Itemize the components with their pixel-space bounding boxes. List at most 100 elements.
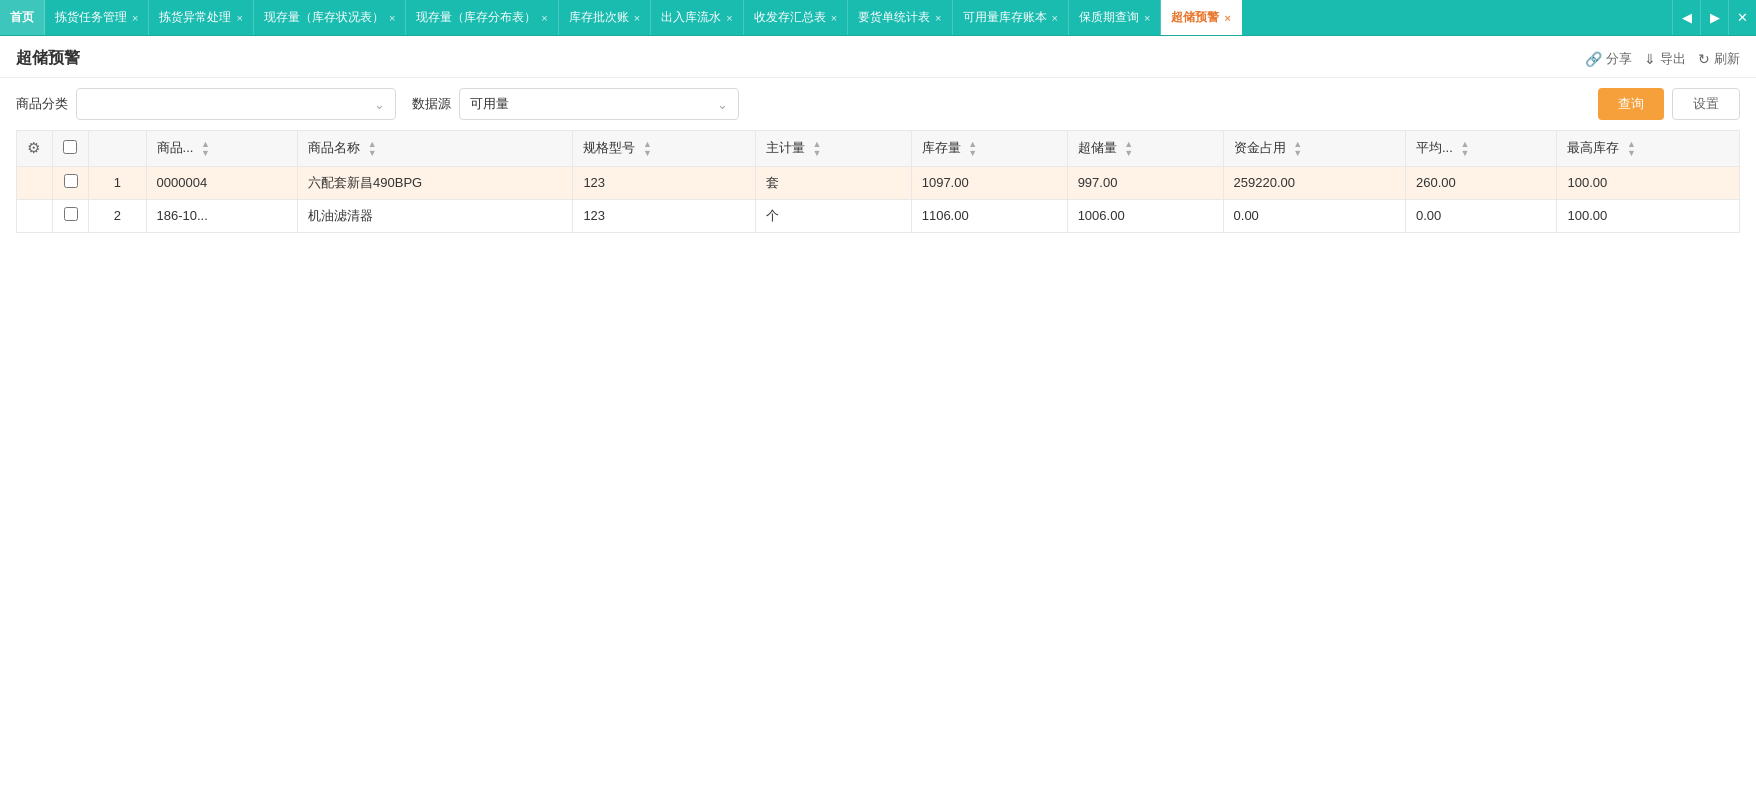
tab-close-icon[interactable]: × [726,12,732,24]
cell-over: 997.00 [1067,166,1223,199]
filter-datasource-group: 数据源 可用量 ⌄ [412,88,739,120]
cell-avg: 260.00 [1405,166,1557,199]
tab-label: 现存量（库存分布表） [416,9,536,26]
row-checkbox-1[interactable] [64,207,78,221]
category-select[interactable]: ⌄ [76,88,396,120]
sort-maxstock-icon: ▲▼ [1627,140,1636,158]
data-table: ⚙ 商品... ▲▼ 商品名称 ▲▼ 规格型号 [16,130,1740,233]
cell-checkbox[interactable] [53,199,89,232]
share-icon: 🔗 [1585,51,1602,67]
sort-unit-icon: ▲▼ [812,140,821,158]
cell-capital: 0.00 [1223,199,1405,232]
tab-close-icon[interactable]: × [1144,12,1150,24]
datasource-select[interactable]: 可用量 ⌄ [459,88,739,120]
cell-spec: 123 [573,199,755,232]
sort-spec-icon: ▲▼ [643,140,652,158]
sort-name-icon: ▲▼ [368,140,377,158]
sort-capital-icon: ▲▼ [1293,140,1302,158]
th-name[interactable]: 商品名称 ▲▼ [298,131,573,167]
cell-stock: 1106.00 [911,199,1067,232]
table-body: 1 0000004 六配套新昌490BPG 123 套 1097.00 997.… [17,166,1740,232]
tab-close-icon[interactable]: × [1224,12,1230,24]
tab-close-icon[interactable]: × [1052,12,1058,24]
nav-tab-tab-11[interactable]: 超储预警× [1161,0,1241,35]
cell-name: 六配套新昌490BPG [298,166,573,199]
tab-close-icon[interactable]: × [935,12,941,24]
table-row: 1 0000004 六配套新昌490BPG 123 套 1097.00 997.… [17,166,1740,199]
select-all-checkbox[interactable] [63,140,77,154]
tab-label: 库存批次账 [569,9,629,26]
tab-label: 可用量库存账本 [963,9,1047,26]
table-header-row: ⚙ 商品... ▲▼ 商品名称 ▲▼ 规格型号 [17,131,1740,167]
nav-bar: 首页 拣货任务管理×拣货异常处理×现存量（库存状况表）×现存量（库存分布表）×库… [0,0,1756,36]
nav-tab-tab-7[interactable]: 收发存汇总表 × [744,0,848,35]
cell-avg: 0.00 [1405,199,1557,232]
nav-arrow-left[interactable]: ◀ [1672,0,1700,35]
cell-maxstock: 100.00 [1557,199,1740,232]
tab-close-icon[interactable]: × [132,12,138,24]
table-row: 2 186-10... 机油滤清器 123 个 1106.00 1006.00 … [17,199,1740,232]
query-button[interactable]: 查询 [1598,88,1664,120]
nav-tab-tab-2[interactable]: 拣货异常处理× [149,0,253,35]
page-title: 超储预警 [16,48,80,69]
cell-maxstock: 100.00 [1557,166,1740,199]
tab-close-icon[interactable]: × [236,12,242,24]
th-settings: ⚙ [17,131,53,167]
settings-gear-icon[interactable]: ⚙ [27,139,40,156]
page-container: 超储预警 🔗 分享 ⇓ 导出 ↻ 刷新 商品分类 ⌄ 数据源 [0,36,1756,800]
tab-close-icon[interactable]: × [541,12,547,24]
th-stock[interactable]: 库存量 ▲▼ [911,131,1067,167]
th-code[interactable]: 商品... ▲▼ [146,131,298,167]
sort-over-icon: ▲▼ [1124,140,1133,158]
nav-tab-tab-3[interactable]: 现存量（库存状况表） × [254,0,406,35]
nav-home[interactable]: 首页 [0,0,45,35]
tab-close-icon[interactable]: × [831,12,837,24]
th-checkbox [53,131,89,167]
cell-code: 186-10... [146,199,298,232]
tab-label: 收发存汇总表 [754,9,826,26]
nav-tab-tab-8[interactable]: 要货单统计表 × [848,0,952,35]
nav-tab-tab-4[interactable]: 现存量（库存分布表） × [406,0,558,35]
refresh-button[interactable]: ↻ 刷新 [1698,50,1740,68]
th-over[interactable]: 超储量 ▲▼ [1067,131,1223,167]
settings-button[interactable]: 设置 [1672,88,1740,120]
row-checkbox-0[interactable] [64,174,78,188]
tab-label: 要货单统计表 [858,9,930,26]
filter-buttons: 查询 设置 [1598,88,1740,120]
tab-label: 现存量（库存状况表） [264,9,384,26]
nav-arrow-right[interactable]: ▶ [1700,0,1728,35]
th-avg[interactable]: 平均... ▲▼ [1405,131,1557,167]
filter-category-group: 商品分类 ⌄ [16,88,396,120]
table-head: ⚙ 商品... ▲▼ 商品名称 ▲▼ 规格型号 [17,131,1740,167]
cell-unit: 个 [755,199,911,232]
tab-close-icon[interactable]: × [634,12,640,24]
tab-label: 拣货任务管理 [55,9,127,26]
nav-arrow-close[interactable]: ✕ [1728,0,1756,35]
share-button[interactable]: 🔗 分享 [1585,50,1632,68]
sort-stock-icon: ▲▼ [968,140,977,158]
filter-row: 商品分类 ⌄ 数据源 可用量 ⌄ 查询 设置 [0,78,1756,130]
export-icon: ⇓ [1644,51,1656,67]
th-maxstock[interactable]: 最高库存 ▲▼ [1557,131,1740,167]
nav-tab-tab-6[interactable]: 出入库流水× [651,0,743,35]
th-unit[interactable]: 主计量 ▲▼ [755,131,911,167]
th-spec[interactable]: 规格型号 ▲▼ [573,131,755,167]
category-select-arrow: ⌄ [374,97,385,112]
nav-tab-tab-10[interactable]: 保质期查询× [1069,0,1161,35]
cell-no: 2 [89,199,147,232]
nav-tab-tab-5[interactable]: 库存批次账 × [559,0,651,35]
nav-tab-tab-9[interactable]: 可用量库存账本 × [953,0,1069,35]
export-button[interactable]: ⇓ 导出 [1644,50,1686,68]
sort-avg-icon: ▲▼ [1460,140,1469,158]
sort-code-icon: ▲▼ [201,140,210,158]
cell-spec: 123 [573,166,755,199]
cell-no: 1 [89,166,147,199]
tab-close-icon[interactable]: × [389,12,395,24]
th-capital[interactable]: 资金占用 ▲▼ [1223,131,1405,167]
nav-tab-tab-1[interactable]: 拣货任务管理 × [45,0,149,35]
cell-settings [17,199,53,232]
cell-capital: 259220.00 [1223,166,1405,199]
cell-code: 0000004 [146,166,298,199]
cell-name: 机油滤清器 [298,199,573,232]
cell-checkbox[interactable] [53,166,89,199]
